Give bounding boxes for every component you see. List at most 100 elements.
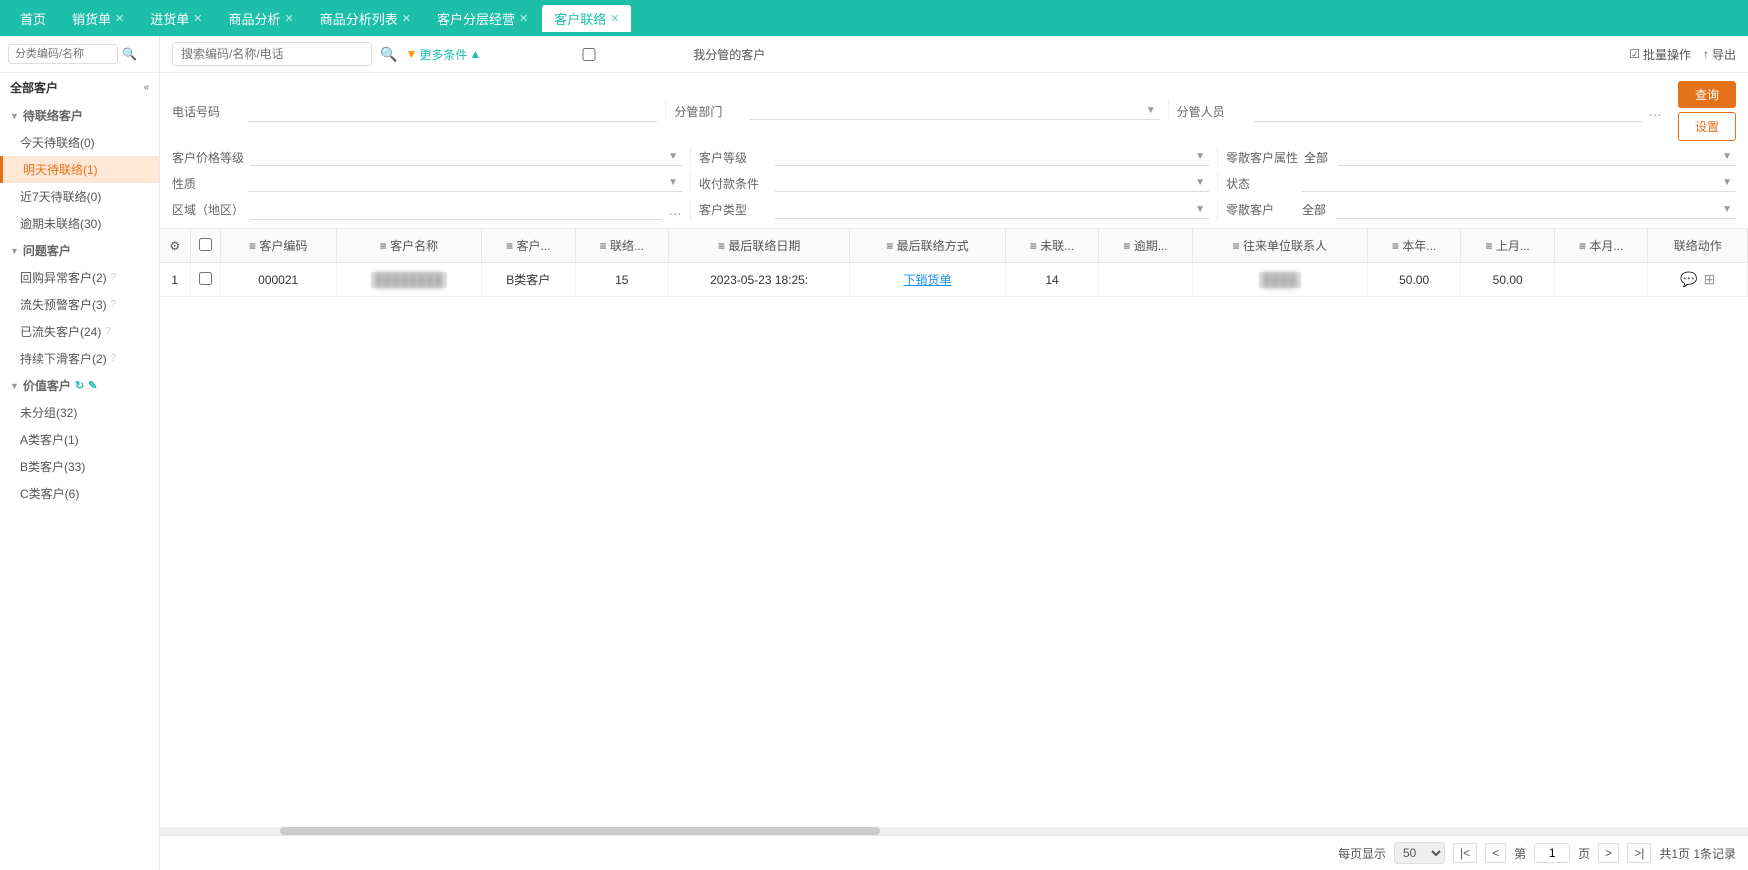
sidebar-search-icon[interactable]: 🔍: [122, 47, 137, 61]
nav-item-2[interactable]: 商品分析 ✕: [216, 5, 305, 32]
col-contact-person[interactable]: ≡ 往来单位联系人: [1192, 229, 1367, 263]
value-refresh-icon[interactable]: ↻: [75, 379, 84, 392]
filter-select-customer-level[interactable]: ▼: [775, 148, 1209, 166]
sidebar-item-abnormal[interactable]: 回购异常客户(2) ?: [0, 264, 159, 291]
row-uncontacted: 14: [1005, 263, 1099, 297]
col-overdue[interactable]: ≡ 逾期...: [1099, 229, 1193, 263]
last-page-btn[interactable]: >|: [1627, 843, 1651, 863]
horizontal-scrollbar[interactable]: [160, 827, 1748, 835]
nav-close-3[interactable]: ✕: [402, 12, 411, 25]
query-button[interactable]: 查询: [1678, 81, 1736, 108]
action-grid-icon[interactable]: ⊞: [1704, 271, 1716, 288]
group-pending-contact[interactable]: 待联络客户: [0, 102, 159, 129]
help-icon-lost[interactable]: ?: [105, 326, 111, 337]
col-last-month[interactable]: ≡ 上月...: [1461, 229, 1555, 263]
filter-label-customer-level: 客户等级: [699, 149, 769, 166]
search-button[interactable]: 🔍: [380, 46, 397, 63]
export-btn[interactable]: ↑ 导出: [1703, 46, 1736, 63]
filter-input-person[interactable]: [1253, 101, 1642, 122]
my-customers-label[interactable]: 我分管的客户: [489, 46, 765, 63]
nav-home[interactable]: 首页: [8, 5, 58, 32]
page-size-label: 每页显示: [1338, 845, 1386, 862]
col-uncontacted[interactable]: ≡ 未联...: [1005, 229, 1099, 263]
filter-select-nature[interactable]: ▼: [248, 174, 682, 192]
nav-close-1[interactable]: ✕: [193, 12, 202, 25]
row-checkbox[interactable]: [199, 272, 212, 285]
sidebar-item-lost[interactable]: 已流失客户(24) ?: [0, 318, 159, 345]
sidebar-item-declining[interactable]: 持续下滑客户(2) ?: [0, 345, 159, 372]
first-page-btn[interactable]: |<: [1453, 843, 1477, 863]
all-customers-header[interactable]: 全部客户 «: [0, 73, 159, 102]
filter-select-retail[interactable]: ▼: [1336, 201, 1736, 219]
help-icon-declining[interactable]: ?: [111, 353, 117, 364]
sidebar-item-ungrouped-label: 未分组(32): [20, 404, 77, 421]
dots-icon-person[interactable]: …: [1648, 103, 1662, 119]
filter-select-price-level[interactable]: ▼: [250, 148, 682, 166]
prev-page-btn[interactable]: <: [1485, 843, 1506, 863]
scrollbar-thumb[interactable]: [280, 827, 880, 835]
page-size-select[interactable]: 50 20 100: [1394, 842, 1445, 864]
filter-input-phone[interactable]: [248, 101, 657, 122]
filter-select-status[interactable]: ▼: [1302, 174, 1736, 192]
dots-icon-region[interactable]: …: [668, 202, 682, 218]
sidebar-item-7days[interactable]: 近7天待联络(0): [0, 183, 159, 210]
sidebar-item-classA[interactable]: A类客户(1): [0, 426, 159, 453]
sidebar-item-tomorrow[interactable]: 明天待联络(1): [0, 156, 159, 183]
col-settings[interactable]: ⚙: [160, 229, 190, 263]
sidebar-search-input[interactable]: [8, 44, 118, 64]
nav-item-5[interactable]: 客户联络 ✕: [542, 5, 631, 32]
col-this-year[interactable]: ≡ 本年...: [1367, 229, 1461, 263]
col-last-date[interactable]: ≡ 最后联络日期: [669, 229, 850, 263]
export-label: 导出: [1712, 46, 1736, 63]
filter-input-region[interactable]: [250, 199, 662, 220]
settings-button[interactable]: 设置: [1678, 112, 1736, 141]
filter-label-person: 分管人员: [1177, 103, 1247, 120]
help-icon-abnormal[interactable]: ?: [111, 272, 117, 283]
sidebar-item-ungrouped[interactable]: 未分组(32): [0, 399, 159, 426]
row-check[interactable]: [190, 263, 220, 297]
col-name[interactable]: ≡ 客户名称: [336, 229, 481, 263]
filter-select-customer-type[interactable]: ▼: [775, 201, 1209, 219]
nav-item-4[interactable]: 客户分层经营 ✕: [425, 5, 540, 32]
filter-select-payment[interactable]: ▼: [775, 174, 1209, 192]
sidebar-item-losing[interactable]: 流失预警客户(3) ?: [0, 291, 159, 318]
select-all-checkbox[interactable]: [199, 238, 212, 251]
value-edit-icon[interactable]: ✎: [88, 379, 97, 392]
help-icon-losing[interactable]: ?: [111, 299, 117, 310]
search-input[interactable]: [172, 42, 372, 66]
batch-ops-btn[interactable]: ☑ 批量操作: [1629, 46, 1691, 63]
nav-item-0[interactable]: 销货单 ✕: [60, 5, 136, 32]
col-this-month[interactable]: ≡ 本月...: [1554, 229, 1648, 263]
row-last-method[interactable]: 下销货单: [850, 263, 1006, 297]
page-number-input[interactable]: [1534, 843, 1570, 863]
filter-select-dept[interactable]: ▼: [750, 102, 1159, 120]
filter-panel: 电话号码 分管部门 ▼ 分管人员 …: [160, 73, 1748, 229]
sidebar-item-classB[interactable]: B类客户(33): [0, 453, 159, 480]
nav-close-2[interactable]: ✕: [285, 12, 294, 25]
group-value-customers[interactable]: ▼价值客户 ↻ ✎: [0, 372, 159, 399]
nav-item-1[interactable]: 进货单 ✕: [138, 5, 214, 32]
filter-label-dept: 分管部门: [674, 103, 744, 120]
filter-select-retail-attr[interactable]: ▼: [1338, 148, 1736, 166]
next-page-btn[interactable]: >: [1598, 843, 1619, 863]
nav-close-4[interactable]: ✕: [519, 12, 528, 25]
last-method-link[interactable]: 下销货单: [903, 273, 951, 287]
col-type[interactable]: ≡ 客户...: [482, 229, 576, 263]
sidebar-item-classC[interactable]: C类客户(6): [0, 480, 159, 507]
nav-close-5[interactable]: ✕: [610, 12, 619, 25]
nav-close-0[interactable]: ✕: [115, 12, 124, 25]
my-customers-checkbox[interactable]: [489, 48, 689, 61]
col-contact[interactable]: ≡ 联络...: [575, 229, 669, 263]
col-code[interactable]: ≡ 客户编码: [220, 229, 336, 263]
group-problem-customers[interactable]: 问题客户: [0, 237, 159, 264]
col-check[interactable]: [190, 229, 220, 263]
filter-cell-payment: 收付款条件 ▼: [699, 174, 1209, 192]
sidebar-item-today[interactable]: 今天待联络(0): [0, 129, 159, 156]
action-chat-icon[interactable]: 💬: [1680, 271, 1697, 288]
filter-more-btn[interactable]: ▼ 更多条件 ▲: [405, 46, 481, 63]
filter-label-nature: 性质: [172, 175, 242, 192]
sidebar-item-overdue[interactable]: 逾期未联络(30): [0, 210, 159, 237]
nav-item-3[interactable]: 商品分析列表 ✕: [308, 5, 423, 32]
col-last-method[interactable]: ≡ 最后联络方式: [850, 229, 1006, 263]
page-total: 共1页 1条记录: [1659, 845, 1736, 862]
